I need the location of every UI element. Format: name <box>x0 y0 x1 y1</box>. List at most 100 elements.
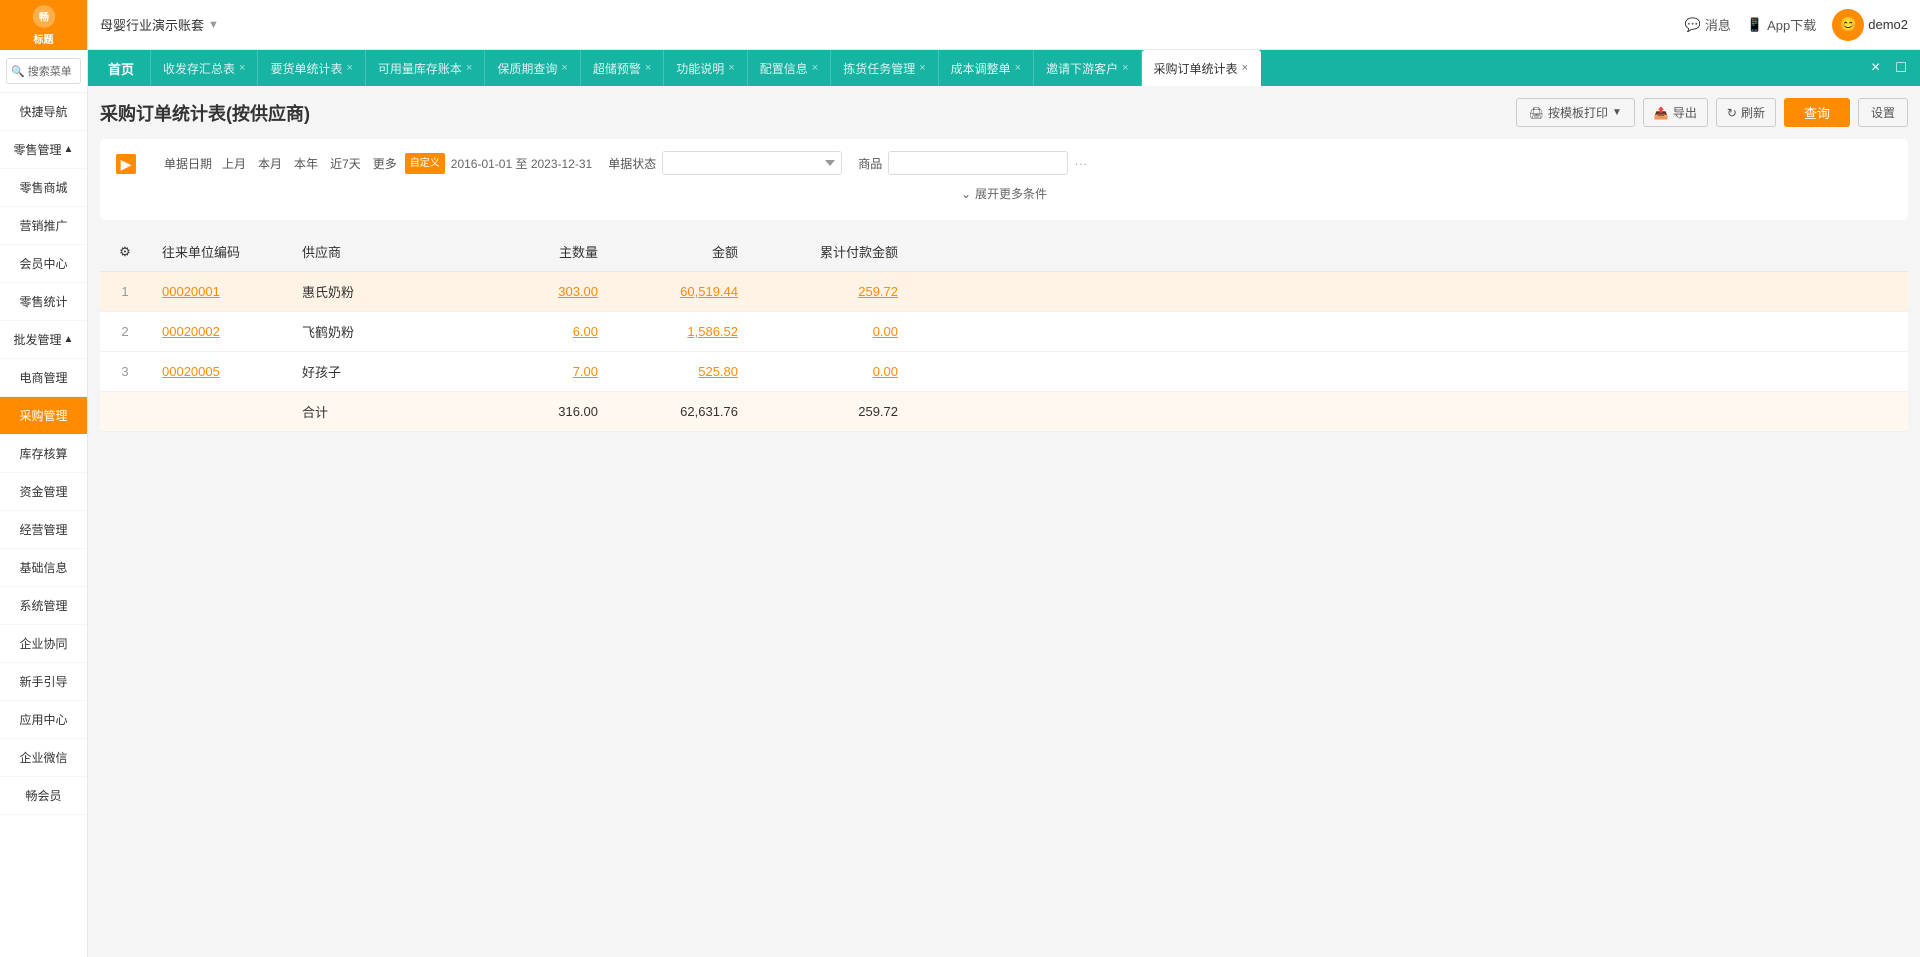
tab-freshness[interactable]: 保质期查询 × <box>485 50 580 86</box>
close-all-tabs-button[interactable]: × <box>1865 57 1886 79</box>
sidebar-item-purchase-mgmt[interactable]: 采购管理 <box>0 397 87 435</box>
table-footer-row: 合计 316.00 62,631.76 259.72 <box>100 392 1908 432</box>
message-icon: 💬 <box>1685 17 1701 33</box>
goods-input[interactable] <box>888 151 1068 175</box>
close-icon[interactable]: × <box>728 62 734 74</box>
shortcut-this-year[interactable]: 本年 <box>290 153 322 174</box>
chevron-down-icon-workspace: ▼ <box>208 19 219 31</box>
shortcut-last-month[interactable]: 上月 <box>218 153 250 174</box>
custom-date-badge[interactable]: 自定义 <box>405 153 445 174</box>
footer-label: 合计 <box>290 392 490 432</box>
col-header-settings[interactable]: ⚙ <box>100 232 150 272</box>
sidebar-item-enterprise[interactable]: 企业协同 <box>0 625 87 663</box>
sidebar-item-inventory[interactable]: 库存核算 <box>0 435 87 473</box>
main-area: 母婴行业演示账套 ▼ 💬 消息 📱 App下载 😊 demo2 首页 <box>88 0 1920 957</box>
tab-overstock[interactable]: 超储预警 × <box>581 50 664 86</box>
sidebar-item-finance-mgmt[interactable]: 资金管理 <box>0 473 87 511</box>
refresh-icon: ↻ <box>1727 106 1737 120</box>
filter-goods-group: 商品 ··· <box>858 151 1087 175</box>
sidebar-item-ecommerce-mgmt[interactable]: 电商管理 <box>0 359 87 397</box>
shortcut-more[interactable]: 更多 <box>369 153 401 174</box>
sidebar-item-retail-shop[interactable]: 零售商城 <box>0 169 87 207</box>
close-icon[interactable]: × <box>919 62 925 74</box>
goods-filter-label: 商品 <box>858 155 882 172</box>
footer-extra <box>910 392 1908 432</box>
table-row[interactable]: 2 00020002 飞鹤奶粉 6.00 1,586.52 <box>100 312 1908 352</box>
user-profile[interactable]: 😊 demo2 <box>1832 9 1908 41</box>
close-icon[interactable]: × <box>561 62 567 74</box>
workspace-selector[interactable]: 母婴行业演示账套 ▼ <box>100 15 1677 34</box>
filter-panel: ▶ 单据日期 上月 本月 本年 近7天 更多 自定义 2016-01-01 至 … <box>100 139 1908 220</box>
sidebar-item-retail-stat[interactable]: 零售统计 <box>0 283 87 321</box>
row-extra-1 <box>910 272 1908 312</box>
tab-pick-task[interactable]: 拣货任务管理 × <box>831 50 938 86</box>
close-icon[interactable]: × <box>812 62 818 74</box>
close-icon[interactable]: × <box>1015 62 1021 74</box>
tab-invite-down[interactable]: 邀请下游客户 × <box>1034 50 1141 86</box>
close-icon[interactable]: × <box>239 62 245 74</box>
tab-cost-adjust[interactable]: 成本调整单 × <box>939 50 1034 86</box>
tab-qty-ledger[interactable]: 可用量库存账本 × <box>366 50 485 86</box>
app-download-button[interactable]: 📱 App下载 <box>1747 15 1816 34</box>
tab-config-info[interactable]: 配置信息 × <box>748 50 831 86</box>
export-button[interactable]: 📤 导出 <box>1643 98 1708 127</box>
row-qty-3: 7.00 <box>490 352 610 392</box>
close-icon[interactable]: × <box>1242 62 1248 74</box>
shortcut-7days[interactable]: 近7天 <box>326 153 365 174</box>
row-seq-1: 1 <box>100 272 150 312</box>
tab-purchase-stat[interactable]: 采购订单统计表 × <box>1142 50 1261 86</box>
tab-home[interactable]: 首页 <box>92 50 151 86</box>
workspace-label: 母婴行业演示账套 <box>100 15 204 34</box>
sidebar-item-retail-mgmt[interactable]: 零售管理 ▲ <box>0 131 87 169</box>
close-icon[interactable]: × <box>466 62 472 74</box>
sidebar-item-quick-nav[interactable]: 快捷导航 <box>0 93 87 131</box>
svg-text:畅: 畅 <box>39 10 49 23</box>
shortcut-this-month[interactable]: 本月 <box>254 153 286 174</box>
tab-func-desc[interactable]: 功能说明 × <box>664 50 747 86</box>
row-seq-2: 2 <box>100 312 150 352</box>
status-filter-label: 单据状态 <box>608 155 656 172</box>
sidebar-item-app-center[interactable]: 应用中心 <box>0 701 87 739</box>
sidebar-item-new-guide[interactable]: 新手引导 <box>0 663 87 701</box>
sidebar-item-ops-mgmt[interactable]: 经营管理 <box>0 511 87 549</box>
sidebar-item-sys-mgmt[interactable]: 系统管理 <box>0 587 87 625</box>
close-icon[interactable]: × <box>645 62 651 74</box>
row-code-1: 00020001 <box>150 272 290 312</box>
chevron-down-icon: ▲ <box>64 144 74 155</box>
table-row[interactable]: 3 00020005 好孩子 7.00 525.80 <box>100 352 1908 392</box>
close-icon[interactable]: × <box>346 62 352 74</box>
page-content: 采购订单统计表(按供应商) 🖨 按模板打印 ▼ 📤 导出 ↻ 刷新 查询 <box>88 86 1920 957</box>
data-table: ⚙ 往来单位编码 供应商 主数量 金额 <box>100 232 1908 432</box>
sidebar-item-wholesale-mgmt[interactable]: 批发管理 ▲ <box>0 321 87 359</box>
sidebar-item-member-club[interactable]: 畅会员 <box>0 777 87 815</box>
row-paid-2: 0.00 <box>750 312 910 352</box>
sidebar-item-basic-info[interactable]: 基础信息 <box>0 549 87 587</box>
search-menu-button[interactable]: 🔍 搜索菜单 <box>6 58 81 84</box>
date-filter-label: 单据日期 <box>164 155 212 172</box>
sidebar-item-enterprise-wx[interactable]: 企业微信 <box>0 739 87 777</box>
page-title: 采购订单统计表(按供应商) <box>100 100 310 126</box>
sidebar-item-member-center[interactable]: 会员中心 <box>0 245 87 283</box>
sidebar-item-marketing[interactable]: 营销推广 <box>0 207 87 245</box>
close-icon[interactable]: × <box>1122 62 1128 74</box>
row-amount-1: 60,519.44 <box>610 272 750 312</box>
topbar: 母婴行业演示账套 ▼ 💬 消息 📱 App下载 😊 demo2 <box>88 0 1920 50</box>
tabbar: 首页 收发存汇总表 × 要货单统计表 × 可用量库存账本 × 保质期查询 × 超… <box>88 50 1920 86</box>
status-select[interactable] <box>662 151 842 175</box>
more-options-icon[interactable]: ··· <box>1074 156 1087 171</box>
settings-button[interactable]: 设置 <box>1858 98 1908 127</box>
refresh-button[interactable]: ↻ 刷新 <box>1716 98 1776 127</box>
message-button[interactable]: 💬 消息 <box>1685 15 1731 34</box>
row-extra-3 <box>910 352 1908 392</box>
query-button[interactable]: 查询 <box>1784 98 1850 127</box>
table-row[interactable]: 1 00020001 惠氏奶粉 303.00 60,519.44 <box>100 272 1908 312</box>
date-shortcuts: 上月 本月 本年 近7天 更多 自定义 <box>218 153 445 174</box>
tab-collect-send[interactable]: 收发存汇总表 × <box>151 50 258 86</box>
filter-date-group: 单据日期 上月 本月 本年 近7天 更多 自定义 2016-01-01 至 20… <box>164 153 592 174</box>
maximize-button[interactable]: □ <box>1890 57 1912 79</box>
expand-toggle-button[interactable]: ▶ <box>116 154 136 174</box>
tabbar-end-actions: × □ <box>1865 57 1916 79</box>
expand-more-button[interactable]: ⌄ 展开更多条件 <box>955 179 1053 208</box>
print-button[interactable]: 🖨 按模板打印 ▼ <box>1516 98 1635 127</box>
tab-goods-stat[interactable]: 要货单统计表 × <box>258 50 365 86</box>
